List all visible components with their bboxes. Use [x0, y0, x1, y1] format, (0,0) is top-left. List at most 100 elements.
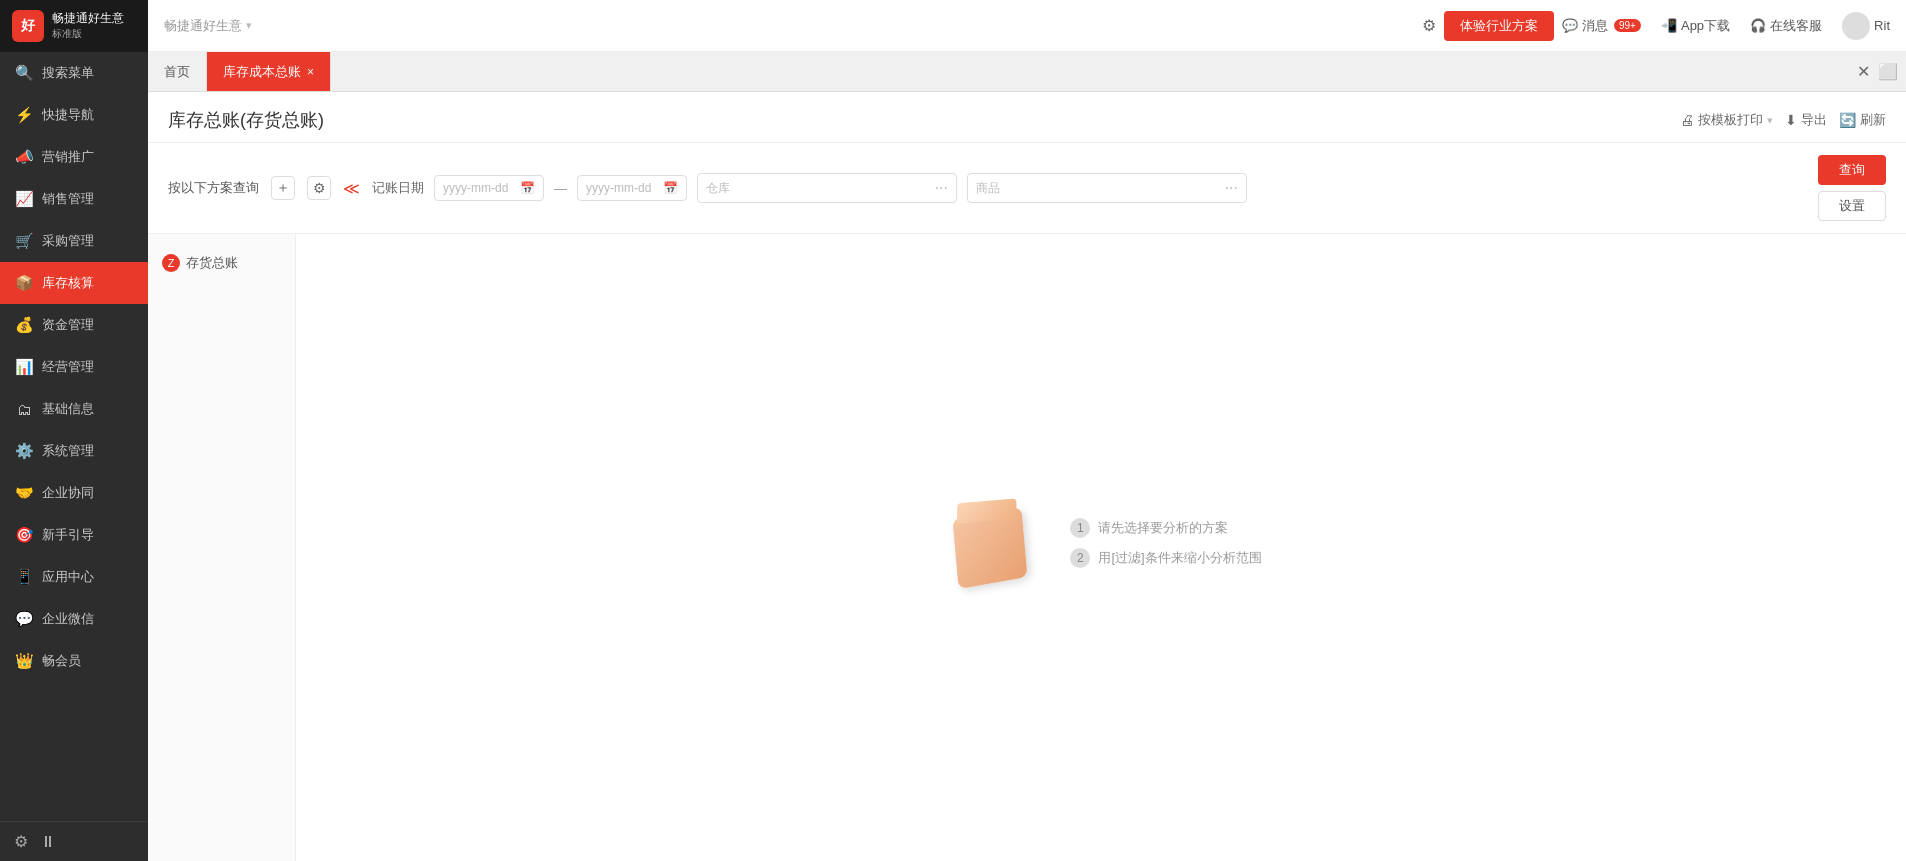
scheme-sidebar: Z 存货总账: [148, 234, 296, 861]
topbar-right: 💬 消息 99+ 📲 App下载 🎧 在线客服 Rit: [1562, 12, 1890, 40]
sidebar-item-marketing[interactable]: 📣 营销推广: [0, 136, 148, 178]
sidebar-item-wechat[interactable]: 💬 企业微信: [0, 598, 148, 640]
app-download-item[interactable]: 📲 App下载: [1661, 17, 1730, 35]
warehouse-placeholder: 仓库: [706, 180, 730, 197]
page-content: 库存总账(存货总账) 🖨 按模板打印 ▾ ⬇ 导出 🔄 刷新 按以下方案查询: [148, 92, 1906, 861]
date-start-input[interactable]: yyyy-mm-dd 📅: [434, 175, 544, 201]
finance-icon: 💰: [14, 315, 34, 335]
sidebar-item-vip[interactable]: 👑 畅会员: [0, 640, 148, 682]
tip1-text: 请先选择要分析的方案: [1098, 519, 1228, 537]
message-icon: 💬: [1562, 18, 1578, 33]
sidebar-item-appstore[interactable]: 📱 应用中心: [0, 556, 148, 598]
sidebar-item-quicknav[interactable]: ⚡ 快捷导航: [0, 94, 148, 136]
sidebar-item-label: 库存核算: [42, 274, 94, 292]
main-area: 畅捷通好生意 ▾ ⚙ 体验行业方案 💬 消息 99+ 📲 App下载 🎧 在线客…: [148, 0, 1906, 861]
print-btn[interactable]: 🖨 按模板打印 ▾: [1680, 111, 1773, 129]
tab-inventory-ledger[interactable]: 库存成本总账 ×: [207, 52, 331, 91]
avatar: [1842, 12, 1870, 40]
date-start-placeholder: yyyy-mm-dd: [443, 181, 508, 195]
topbar: 畅捷通好生意 ▾ ⚙ 体验行业方案 💬 消息 99+ 📲 App下载 🎧 在线客…: [148, 0, 1906, 52]
sales-icon: 📈: [14, 189, 34, 209]
refresh-icon: 🔄: [1839, 112, 1856, 128]
page-header: 库存总账(存货总账) 🖨 按模板打印 ▾ ⬇ 导出 🔄 刷新: [148, 92, 1906, 143]
tab-close-icon[interactable]: ×: [307, 65, 314, 79]
marketing-icon: 📣: [14, 147, 34, 167]
tab-expand-icon[interactable]: ⬜: [1878, 62, 1898, 81]
logo-icon: 好: [12, 10, 44, 42]
tab-close-all-icon[interactable]: ✕: [1857, 62, 1870, 81]
guide-icon: 🎯: [14, 525, 34, 545]
print-label: 按模板打印: [1698, 111, 1763, 129]
empty-state: 1 请先选择要分析的方案 2 用[过滤]条件来缩小分析范围: [296, 234, 1906, 861]
system-icon: ⚙️: [14, 441, 34, 461]
user-name: Rit: [1874, 18, 1890, 33]
tab-home-label: 首页: [164, 63, 190, 81]
sidebar-item-system[interactable]: ⚙️ 系统管理: [0, 430, 148, 472]
sidebar-item-enterprise[interactable]: 🤝 企业协同: [0, 472, 148, 514]
filter-area: 按以下方案查询 ＋ ⚙ ≪ 记账日期 yyyy-mm-dd 📅 — yyyy-m…: [148, 143, 1906, 234]
query-btn[interactable]: 查询: [1818, 155, 1886, 185]
scheme-panel: Z 存货总账 1 请先选择要分析的方案 2 用[过滤]条件来缩小分析范围: [148, 234, 1906, 861]
scheme-item-icon: Z: [162, 254, 180, 272]
filter-add-btn[interactable]: ＋: [271, 176, 295, 200]
refresh-label: 刷新: [1860, 111, 1886, 129]
sidebar-item-label: 采购管理: [42, 232, 94, 250]
online-consult-item[interactable]: 🎧 在线客服: [1750, 17, 1822, 35]
sidebar-item-sales[interactable]: 📈 销售管理: [0, 178, 148, 220]
industry-btn[interactable]: 体验行业方案: [1444, 11, 1554, 41]
column-settings-btn[interactable]: 设置: [1818, 191, 1886, 221]
online-consult-label: 在线客服: [1770, 17, 1822, 35]
sidebar: 好 畅捷通好生意 标准版 🔍 搜索菜单 ⚡ 快捷导航 📣 营销推广 📈 销售管理…: [0, 0, 148, 861]
sidebar-logo: 好 畅捷通好生意 标准版: [0, 0, 148, 52]
calendar-end-icon[interactable]: 📅: [663, 181, 678, 195]
date-end-input[interactable]: yyyy-mm-dd 📅: [577, 175, 687, 201]
settings-footer-icon[interactable]: ⚙: [14, 832, 28, 851]
sidebar-item-search[interactable]: 🔍 搜索菜单: [0, 52, 148, 94]
message-badge: 99+: [1614, 19, 1641, 32]
filter-label: 按以下方案查询: [168, 179, 259, 197]
tip2-number: 2: [1070, 548, 1090, 568]
message-item[interactable]: 💬 消息 99+: [1562, 17, 1641, 35]
empty-tip-2: 2 用[过滤]条件来缩小分析范围: [1070, 548, 1261, 568]
sidebar-item-label: 企业协同: [42, 484, 94, 502]
empty-illustration: [940, 498, 1040, 598]
breadcrumb: 畅捷通好生意 ▾: [164, 17, 1410, 35]
operation-icon: 📊: [14, 357, 34, 377]
refresh-btn[interactable]: 🔄 刷新: [1839, 111, 1886, 129]
calendar-start-icon[interactable]: 📅: [520, 181, 535, 195]
logo-text: 畅捷通好生意: [52, 11, 124, 27]
scheme-item-inventory-ledger[interactable]: Z 存货总账: [148, 244, 295, 282]
sidebar-item-label: 营销推广: [42, 148, 94, 166]
sidebar-item-inventory[interactable]: 📦 库存核算: [0, 262, 148, 304]
purchase-icon: 🛒: [14, 231, 34, 251]
sidebar-item-purchase[interactable]: 🛒 采购管理: [0, 220, 148, 262]
sidebar-item-label: 畅会员: [42, 652, 81, 670]
date-field-label: 记账日期: [372, 179, 424, 197]
product-selector[interactable]: 商品 ···: [967, 173, 1247, 203]
filter-row: 记账日期 yyyy-mm-dd 📅 — yyyy-mm-dd 📅 仓库 ··· …: [372, 173, 1806, 203]
empty-tip-1: 1 请先选择要分析的方案: [1070, 518, 1261, 538]
app-download-label: App下载: [1681, 17, 1730, 35]
empty-tips: 1 请先选择要分析的方案 2 用[过滤]条件来缩小分析范围: [1070, 518, 1261, 578]
inventory-icon: 📦: [14, 273, 34, 293]
sidebar-item-basic[interactable]: 🗂 基础信息: [0, 388, 148, 430]
user-item[interactable]: Rit: [1842, 12, 1890, 40]
sound-footer-icon[interactable]: ⏸: [40, 833, 56, 851]
warehouse-selector[interactable]: 仓库 ···: [697, 173, 957, 203]
sidebar-item-label: 系统管理: [42, 442, 94, 460]
filter-collapse-btn[interactable]: ≪: [343, 179, 360, 198]
export-btn[interactable]: ⬇ 导出: [1785, 111, 1827, 129]
filter-scheme-settings-btn[interactable]: ⚙: [307, 176, 331, 200]
tab-home[interactable]: 首页: [148, 52, 207, 91]
sidebar-item-guide[interactable]: 🎯 新手引导: [0, 514, 148, 556]
sidebar-item-label: 销售管理: [42, 190, 94, 208]
scheme-item-label: 存货总账: [186, 254, 238, 272]
tabbar-right: ✕ ⬜: [1857, 62, 1906, 81]
sidebar-nav: 🔍 搜索菜单 ⚡ 快捷导航 📣 营销推广 📈 销售管理 🛒 采购管理 📦 库存核…: [0, 52, 148, 821]
sidebar-item-operation[interactable]: 📊 经营管理: [0, 346, 148, 388]
topbar-settings-icon[interactable]: ⚙: [1422, 16, 1436, 35]
logo-sub: 标准版: [52, 27, 124, 41]
basic-icon: 🗂: [14, 399, 34, 419]
sidebar-item-finance[interactable]: 💰 资金管理: [0, 304, 148, 346]
filter-actions: 查询 设置: [1818, 155, 1886, 221]
